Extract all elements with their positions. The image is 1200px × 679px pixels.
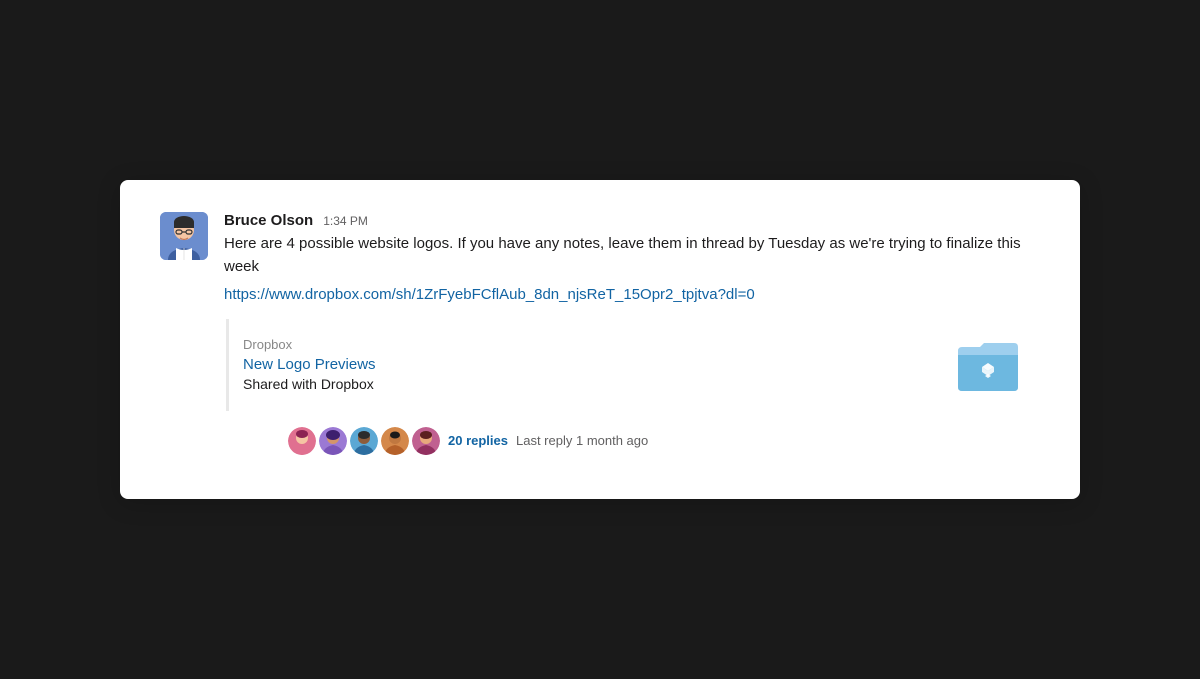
- link-preview-card: Dropbox New Logo Previews Shared with Dr…: [226, 319, 1040, 411]
- message-text: Here are 4 possible website logos. If yo…: [224, 233, 1040, 278]
- reply-avatar-3: [350, 427, 378, 455]
- reply-avatar-1: [288, 427, 316, 455]
- reply-avatar-4: [381, 427, 409, 455]
- dropbox-folder-icon: [952, 329, 1024, 401]
- message-card: Bruce Olson 1:34 PM Here are 4 possible …: [120, 180, 1080, 499]
- replies-row: 20 replies Last reply 1 month ago: [224, 427, 1040, 455]
- sender-name: Bruce Olson: [224, 212, 313, 229]
- link-preview-title[interactable]: New Logo Previews: [243, 356, 936, 373]
- bruce-olson-avatar: [160, 212, 208, 260]
- message-header: Bruce Olson 1:34 PM Here are 4 possible …: [160, 212, 1040, 455]
- reply-count[interactable]: 20 replies: [448, 433, 508, 448]
- reply-avatars: [288, 427, 440, 455]
- link-preview-content: Dropbox New Logo Previews Shared with Dr…: [243, 337, 936, 392]
- reply-last-time: Last reply 1 month ago: [516, 433, 648, 448]
- link-preview-description: Shared with Dropbox: [243, 376, 936, 392]
- message-url-link[interactable]: https://www.dropbox.com/sh/1ZrFyebFCflAu…: [224, 286, 755, 303]
- reply-avatar-2: [319, 427, 347, 455]
- link-preview-source: Dropbox: [243, 337, 936, 352]
- message-meta: Bruce Olson 1:34 PM: [224, 212, 1040, 229]
- reply-avatar-5: [412, 427, 440, 455]
- message-timestamp: 1:34 PM: [323, 214, 368, 228]
- message-body: Bruce Olson 1:34 PM Here are 4 possible …: [224, 212, 1040, 455]
